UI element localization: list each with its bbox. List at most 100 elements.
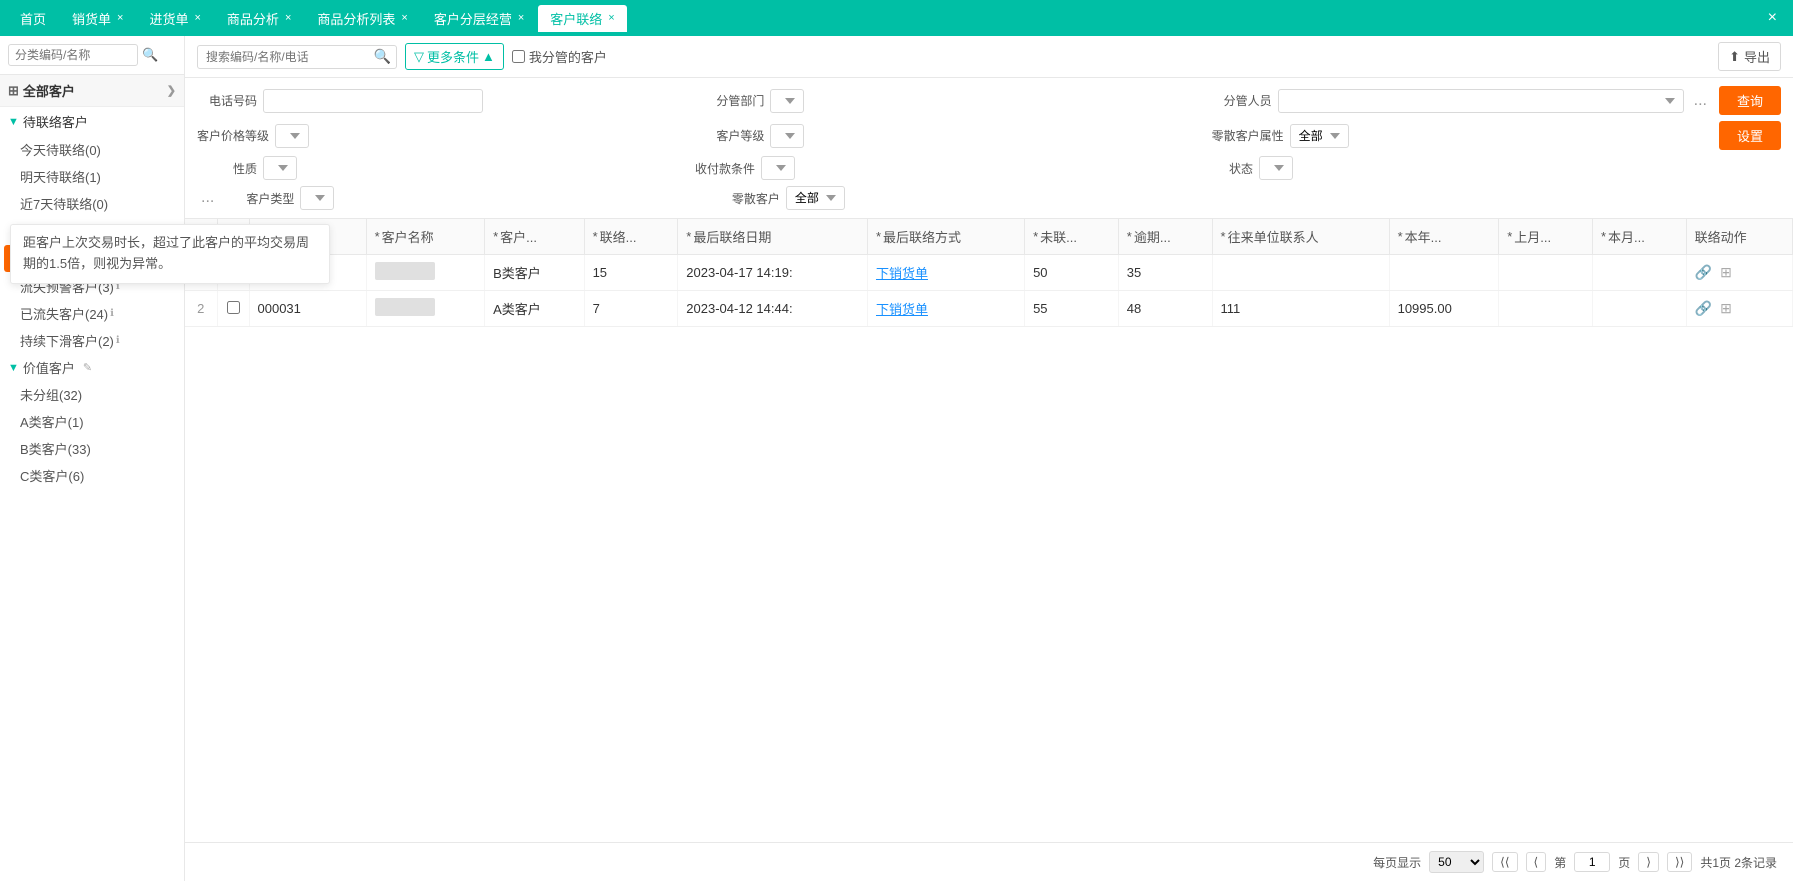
- row-checkbox-cell[interactable]: [217, 291, 249, 327]
- sidebar-search-input[interactable]: [8, 44, 138, 66]
- retail-customer-select[interactable]: 全部: [786, 186, 845, 210]
- page-number-input[interactable]: [1574, 852, 1610, 872]
- close-icon[interactable]: ×: [285, 12, 291, 24]
- query-button[interactable]: 查询: [1719, 86, 1781, 115]
- close-all-button[interactable]: ×: [1760, 9, 1785, 27]
- contact-count: 7: [584, 291, 678, 327]
- info-icon: ℹ: [116, 335, 120, 346]
- pagination: 每页显示 50 ⟨⟨ ⟨ 第 页 ⟩ ⟩⟩ 共1页 2条记录: [185, 842, 1793, 881]
- tab-purchase-order[interactable]: 进货单 ×: [137, 5, 212, 32]
- grid-action-icon[interactable]: ⊞: [1720, 264, 1732, 281]
- filter-icon: ▽: [414, 49, 424, 65]
- contact-count: 15: [584, 255, 678, 291]
- this-year-amount: [1389, 255, 1499, 291]
- sidebar-item-unclassified[interactable]: 未分组(32): [0, 381, 184, 408]
- search-input[interactable]: [197, 45, 397, 69]
- tab-customer-tiering[interactable]: 客户分层经营 ×: [422, 5, 536, 32]
- tab-product-analysis-list[interactable]: 商品分析列表 ×: [305, 5, 419, 32]
- col-this-year[interactable]: * 本年...: [1389, 219, 1499, 255]
- more-dots-icon[interactable]: ...: [197, 189, 218, 207]
- col-contact[interactable]: * 联络...: [584, 219, 678, 255]
- close-icon[interactable]: ×: [401, 12, 407, 24]
- info-icon: ℹ: [110, 308, 114, 319]
- customer-type-select[interactable]: [300, 186, 334, 210]
- sidebar-item-class-c[interactable]: C类客户(6): [0, 462, 184, 489]
- overdue-days: 35: [1118, 255, 1212, 291]
- last-contact-method[interactable]: 下销货单: [867, 255, 1024, 291]
- tab-home[interactable]: 首页: [8, 5, 58, 32]
- retail-attr-select[interactable]: 全部: [1290, 124, 1349, 148]
- last-month-amount: [1499, 255, 1593, 291]
- phone-input[interactable]: [263, 89, 483, 113]
- close-icon[interactable]: ×: [117, 12, 123, 24]
- sidebar-group-pending-contact[interactable]: ▼ 待联络客户: [0, 107, 184, 136]
- col-company-contact[interactable]: * 往来单位联系人: [1212, 219, 1389, 255]
- customer-type-field: 客户类型: [234, 186, 712, 210]
- col-overdue[interactable]: * 逾期...: [1118, 219, 1212, 255]
- gender-select[interactable]: [263, 156, 297, 180]
- my-customers-check[interactable]: [512, 50, 525, 63]
- first-page-button[interactable]: ⟨⟨: [1492, 852, 1517, 872]
- link-action-icon[interactable]: 🔗: [1695, 300, 1712, 317]
- manager-field: 分管人员 ...: [1212, 89, 1711, 113]
- prev-page-button[interactable]: ⟨: [1526, 852, 1547, 872]
- col-last-contact-date[interactable]: * 最后联络日期: [678, 219, 868, 255]
- row-checkbox[interactable]: [227, 301, 240, 314]
- col-customer-type[interactable]: * 客户...: [485, 219, 585, 255]
- sidebar-item-churned[interactable]: 已流失客户(24) ℹ: [0, 300, 184, 327]
- next-page-button[interactable]: ⟩: [1638, 852, 1659, 872]
- sidebar-item-today-pending[interactable]: 今天待联络(0): [0, 136, 184, 163]
- close-icon[interactable]: ×: [518, 12, 524, 24]
- my-customers-checkbox[interactable]: 我分管的客户: [512, 47, 607, 66]
- manager-select[interactable]: [1278, 89, 1684, 113]
- sidebar-item-7days-pending[interactable]: 近7天待联络(0): [0, 190, 184, 217]
- payment-select[interactable]: [761, 156, 795, 180]
- tab-sales-order[interactable]: 销货单 ×: [60, 5, 135, 32]
- grid-action-icon[interactable]: ⊞: [1720, 300, 1732, 317]
- last-contact-method[interactable]: 下销货单: [867, 291, 1024, 327]
- customer-code: 000031: [249, 291, 366, 327]
- col-name[interactable]: * 客户名称: [366, 219, 484, 255]
- col-not-contacted[interactable]: * 未联...: [1025, 219, 1119, 255]
- col-last-contact-method[interactable]: * 最后联络方式: [867, 219, 1024, 255]
- last-contact-date: 2023-04-12 14:44:: [678, 291, 868, 327]
- sidebar-item-tomorrow-pending[interactable]: 明天待联络(1): [0, 163, 184, 190]
- action-icons: 🔗 ⊞: [1695, 264, 1784, 281]
- close-icon[interactable]: ×: [194, 12, 200, 24]
- action-icons: 🔗 ⊞: [1695, 300, 1784, 317]
- status-select[interactable]: [1259, 156, 1293, 180]
- price-level-field: 客户价格等级: [197, 124, 696, 148]
- export-button[interactable]: ⬆ 导出: [1718, 42, 1781, 71]
- price-level-select[interactable]: [275, 124, 309, 148]
- all-customers-header[interactable]: ⊞ 全部客户 ❯: [0, 75, 184, 107]
- tab-product-analysis[interactable]: 商品分析 ×: [215, 5, 303, 32]
- table-row: 2 000031 A类客户: [185, 291, 1793, 327]
- more-conditions-button[interactable]: ▽ 更多条件 ▲: [405, 43, 504, 70]
- tab-customer-contact[interactable]: 客户联络 ×: [538, 5, 626, 32]
- sidebar-item-class-a[interactable]: A类客户(1): [0, 408, 184, 435]
- this-year-amount: 10995.00: [1389, 291, 1499, 327]
- company-contact: 111: [1212, 291, 1389, 327]
- price-level-select-wrapper: [275, 124, 696, 148]
- search-icon[interactable]: 🔍: [374, 48, 391, 65]
- retail-customer-select-wrapper: 全部: [786, 186, 1198, 210]
- sidebar-search-icon[interactable]: 🔍: [142, 47, 158, 63]
- gender-field: 性质: [197, 156, 687, 180]
- sidebar-item-class-b[interactable]: B类客户(33): [0, 435, 184, 462]
- sidebar: 🔍 ⊞ 全部客户 ❯ ▼ 待联络客户 今天待联络(0) 明天待联络(1) 近7天…: [0, 36, 185, 881]
- col-last-month[interactable]: * 上月...: [1499, 219, 1593, 255]
- dept-select[interactable]: [770, 89, 804, 113]
- payment-field: 收付款条件: [695, 156, 1185, 180]
- main-layout: 🔍 ⊞ 全部客户 ❯ ▼ 待联络客户 今天待联络(0) 明天待联络(1) 近7天…: [0, 36, 1793, 881]
- col-this-month[interactable]: * 本月...: [1592, 219, 1686, 255]
- sidebar-item-declining[interactable]: 持续下滑客户(2) ℹ: [0, 327, 184, 354]
- close-icon[interactable]: ×: [608, 12, 614, 24]
- link-action-icon[interactable]: 🔗: [1695, 264, 1712, 281]
- customer-level-select[interactable]: [770, 124, 804, 148]
- edit-icon[interactable]: ✎: [83, 361, 92, 374]
- per-page-select[interactable]: 50: [1429, 851, 1484, 873]
- last-page-button[interactable]: ⟩⟩: [1667, 852, 1692, 872]
- manager-more-icon[interactable]: ...: [1690, 92, 1711, 110]
- sidebar-group-value-customers[interactable]: ▼ 价值客户 ✎: [0, 354, 184, 381]
- settings-button[interactable]: 设置: [1719, 121, 1781, 150]
